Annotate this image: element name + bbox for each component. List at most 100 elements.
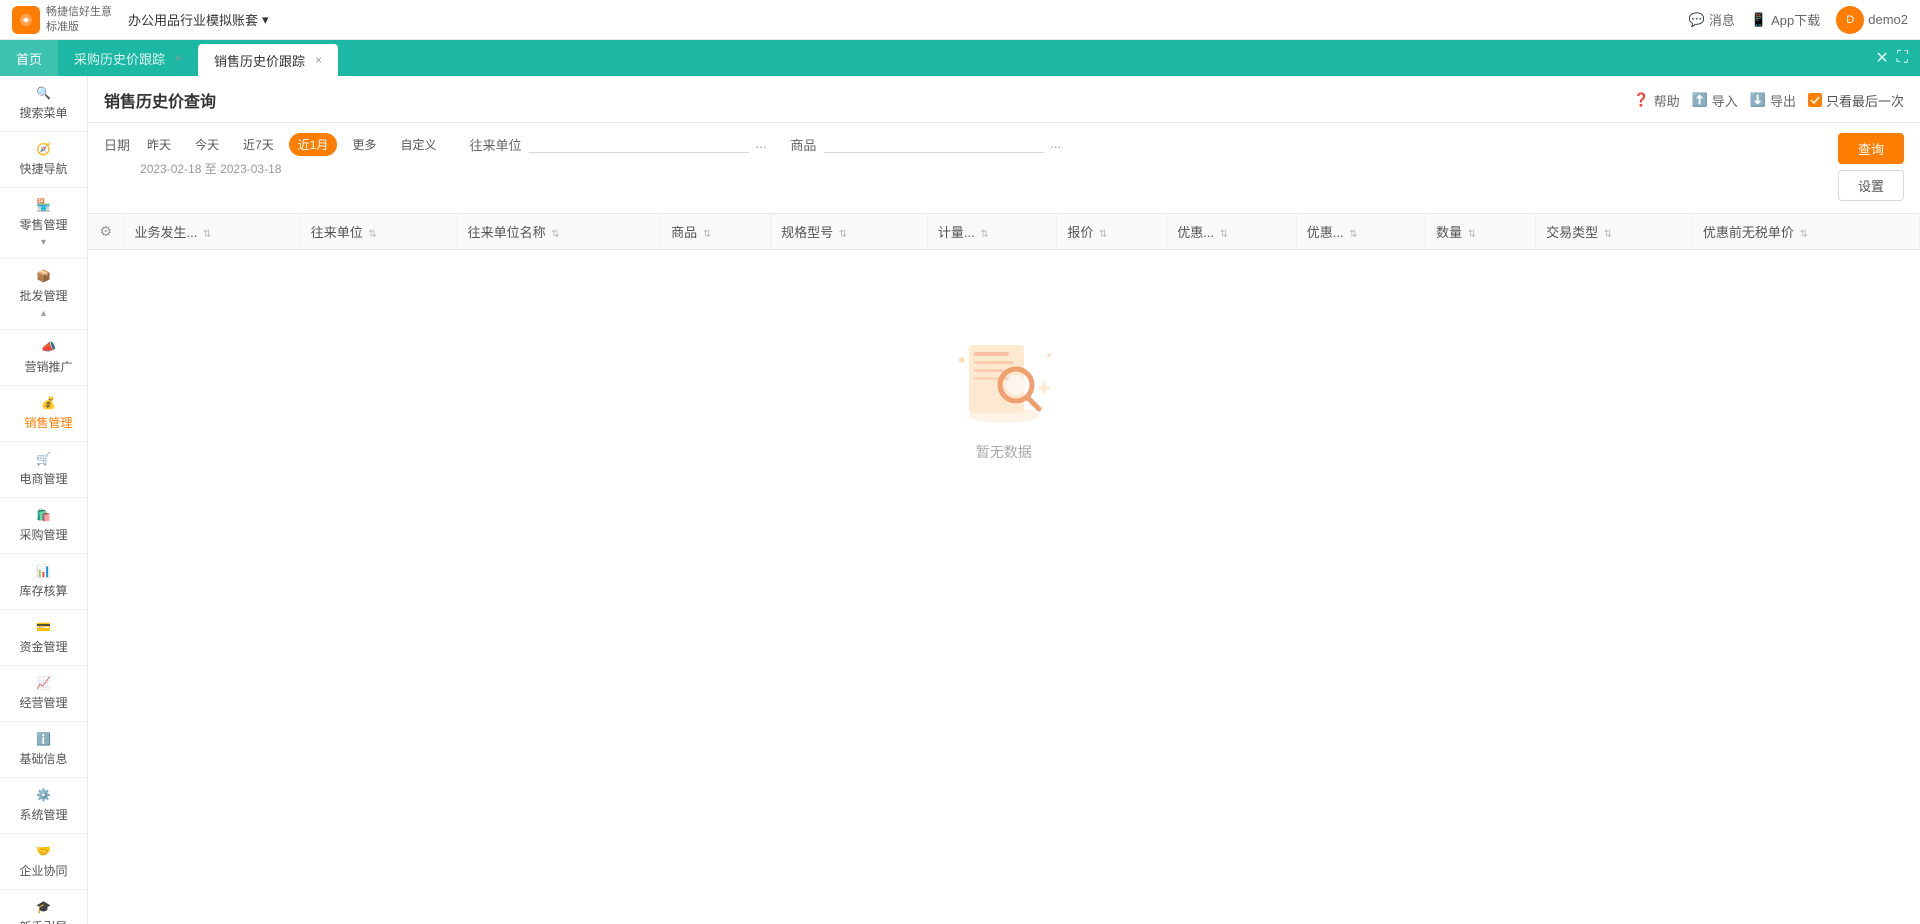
management-icon: 📈: [36, 676, 51, 690]
goods-input-group: ...: [824, 133, 1061, 153]
main-layout: 🔍 搜索菜单 🧭 快捷导航 🏪 零售管理 ▾ 📦 批发管理 ▴ 📣 营销推广 💰…: [0, 76, 1920, 924]
filter-row: 日期 昨天 今天 近7天 近1月 更多 自定义 2023-02-18 至 202…: [88, 123, 1920, 214]
col-unit-name[interactable]: 往来单位名称 ⇅: [457, 214, 661, 250]
download-icon: 📱: [1751, 12, 1767, 28]
goods-input[interactable]: [824, 133, 1044, 153]
sidebar-item-quicknav[interactable]: 🧭 快捷导航: [0, 132, 87, 188]
date-btn-today[interactable]: 今天: [186, 133, 228, 156]
page-header: 销售历史价查询 ❓ 帮助 ⬆️ 导入 ⬇️ 导出: [88, 76, 1920, 123]
empty-illustration: [944, 330, 1064, 430]
table-settings-icon[interactable]: ⚙: [99, 223, 112, 239]
date-btn-1month[interactable]: 近1月: [289, 133, 338, 156]
only-last-checkbox-label[interactable]: 只看最后一次: [1808, 91, 1904, 110]
logo-text: 畅捷信好生意 标准版: [46, 5, 112, 34]
chevron-down-icon: ▾: [41, 237, 46, 248]
sidebar-item-system[interactable]: ⚙️ 系统管理: [0, 778, 87, 834]
sidebar-item-ecommerce[interactable]: 🛒 电商管理: [0, 442, 87, 498]
page-title: 销售历史价查询: [104, 88, 216, 112]
export-icon: ⬇️: [1750, 92, 1766, 108]
page-title-row: 销售历史价查询 ❓ 帮助 ⬆️ 导入 ⬇️ 导出: [104, 88, 1904, 122]
sidebar-item-purchase[interactable]: 🛍️ 采购管理: [0, 498, 87, 554]
page-actions: ❓ 帮助 ⬆️ 导入 ⬇️ 导出 只看最后: [1633, 91, 1904, 110]
empty-text: 暂无数据: [976, 442, 1032, 462]
user-menu[interactable]: D demo2: [1836, 6, 1908, 34]
unit-dots-btn[interactable]: ...: [755, 136, 766, 151]
sidebar: 🔍 搜索菜单 🧭 快捷导航 🏪 零售管理 ▾ 📦 批发管理 ▴ 📣 营销推广 💰…: [0, 76, 88, 924]
sidebar-item-marketing[interactable]: 📣 营销推广: [0, 330, 87, 386]
logo-area: 畅捷信好生意 标准版: [12, 5, 112, 34]
col-unit-code[interactable]: 往来单位 ⇅: [300, 214, 457, 250]
date-btn-more[interactable]: 更多: [343, 133, 385, 156]
col-settings[interactable]: ⚙: [88, 214, 124, 250]
date-btn-7days[interactable]: 近7天: [234, 133, 283, 156]
sidebar-item-retail[interactable]: 🏪 零售管理 ▾: [0, 188, 87, 259]
date-btn-custom[interactable]: 自定义: [391, 133, 445, 156]
sidebar-item-collab[interactable]: 🤝 企业协同: [0, 834, 87, 890]
sidebar-item-guide[interactable]: 🎓 新手引导: [0, 890, 87, 924]
app-download-action[interactable]: 📱 App下载: [1751, 10, 1820, 29]
col-unit[interactable]: 计量... ⇅: [927, 214, 1056, 250]
sidebar-item-sales[interactable]: 💰 销售管理: [0, 386, 87, 442]
settings-button[interactable]: 设置: [1838, 170, 1904, 201]
sidebar-item-management[interactable]: 📈 经营管理: [0, 666, 87, 722]
import-btn[interactable]: ⬆️ 导入: [1692, 91, 1738, 110]
col-trade-type[interactable]: 交易类型 ⇅: [1536, 214, 1693, 250]
shop-icon: 🏪: [36, 198, 51, 212]
top-bar-right: 💬 消息 📱 App下载 D demo2: [1689, 6, 1908, 34]
sort-arrow-pretax: ⇅: [1800, 229, 1808, 240]
search-icon: 🔍: [36, 86, 51, 100]
app-selector[interactable]: 办公用品行业模拟账套 ▾: [120, 6, 277, 33]
tab-purchase-history[interactable]: 采购历史价跟踪 ×: [58, 40, 198, 76]
col-quote[interactable]: 报价 ⇅: [1057, 214, 1167, 250]
col-qty[interactable]: 数量 ⇅: [1426, 214, 1536, 250]
tab-bar-right: ✕ ⛶: [1875, 48, 1920, 68]
sidebar-item-wholesale[interactable]: 📦 批发管理 ▴: [0, 259, 87, 330]
message-icon: 💬: [1689, 12, 1705, 28]
wholesale-icon: 📦: [36, 269, 51, 283]
sidebar-item-finance[interactable]: 💳 资金管理: [0, 610, 87, 666]
tab-close-sales[interactable]: ×: [315, 53, 322, 67]
guide-icon: 🎓: [36, 900, 51, 914]
info-icon: ℹ️: [36, 732, 51, 746]
col-discount1[interactable]: 优惠... ⇅: [1167, 214, 1296, 250]
chevron-up-icon: ▴: [41, 308, 46, 319]
checkbox-checked-icon: [1808, 93, 1822, 107]
avatar: D: [1836, 6, 1864, 34]
system-icon: ⚙️: [36, 788, 51, 802]
sidebar-item-search[interactable]: 🔍 搜索菜单: [0, 76, 87, 132]
sort-arrow-quote: ⇅: [1099, 229, 1107, 240]
finance-icon: 💳: [36, 620, 51, 634]
col-goods[interactable]: 商品 ⇅: [661, 214, 771, 250]
purchase-icon: 🛍️: [36, 508, 51, 522]
table-area: ⚙ 业务发生... ⇅ 往来单位 ⇅ 往来单位名称 ⇅: [88, 214, 1920, 924]
date-btn-yesterday[interactable]: 昨天: [138, 133, 180, 156]
logo-icon: [12, 6, 40, 34]
sort-arrow-discount1: ⇅: [1220, 229, 1228, 240]
table-header-row: ⚙ 业务发生... ⇅ 往来单位 ⇅ 往来单位名称 ⇅: [88, 214, 1920, 250]
sidebar-item-inventory[interactable]: 📊 库存核算: [0, 554, 87, 610]
tab-close-purchase[interactable]: ×: [175, 51, 182, 65]
sort-arrow-biz-date: ⇅: [203, 229, 211, 240]
goods-filter-group: 商品 ...: [790, 133, 1061, 154]
unit-filter-group: 往来单位 ...: [469, 133, 766, 154]
message-action[interactable]: 💬 消息: [1689, 10, 1735, 29]
date-range-display: 2023-02-18 至 2023-03-18: [140, 160, 445, 177]
tab-sales-history[interactable]: 销售历史价跟踪 ×: [198, 44, 338, 76]
sort-arrow-spec: ⇅: [839, 229, 847, 240]
filter-btn-col: 查询 设置: [1838, 133, 1904, 201]
compass-icon: 🧭: [36, 142, 51, 156]
tab-close-all-btn[interactable]: ✕: [1875, 48, 1888, 68]
col-pretax-price[interactable]: 优惠前无税单价 ⇅: [1692, 214, 1919, 250]
help-btn[interactable]: ❓ 帮助: [1633, 91, 1679, 110]
unit-input[interactable]: [529, 133, 749, 153]
sidebar-item-basicinfo[interactable]: ℹ️ 基础信息: [0, 722, 87, 778]
goods-dots-btn[interactable]: ...: [1050, 136, 1061, 151]
query-button[interactable]: 查询: [1838, 133, 1904, 164]
col-biz-date[interactable]: 业务发生... ⇅: [124, 214, 300, 250]
table-body: 暂无数据: [88, 250, 1920, 543]
col-discount2[interactable]: 优惠... ⇅: [1296, 214, 1425, 250]
tab-fullscreen-btn[interactable]: ⛶: [1897, 49, 1908, 67]
col-spec[interactable]: 规格型号 ⇅: [771, 214, 928, 250]
tab-home[interactable]: 首页: [0, 40, 58, 76]
export-btn[interactable]: ⬇️ 导出: [1750, 91, 1796, 110]
